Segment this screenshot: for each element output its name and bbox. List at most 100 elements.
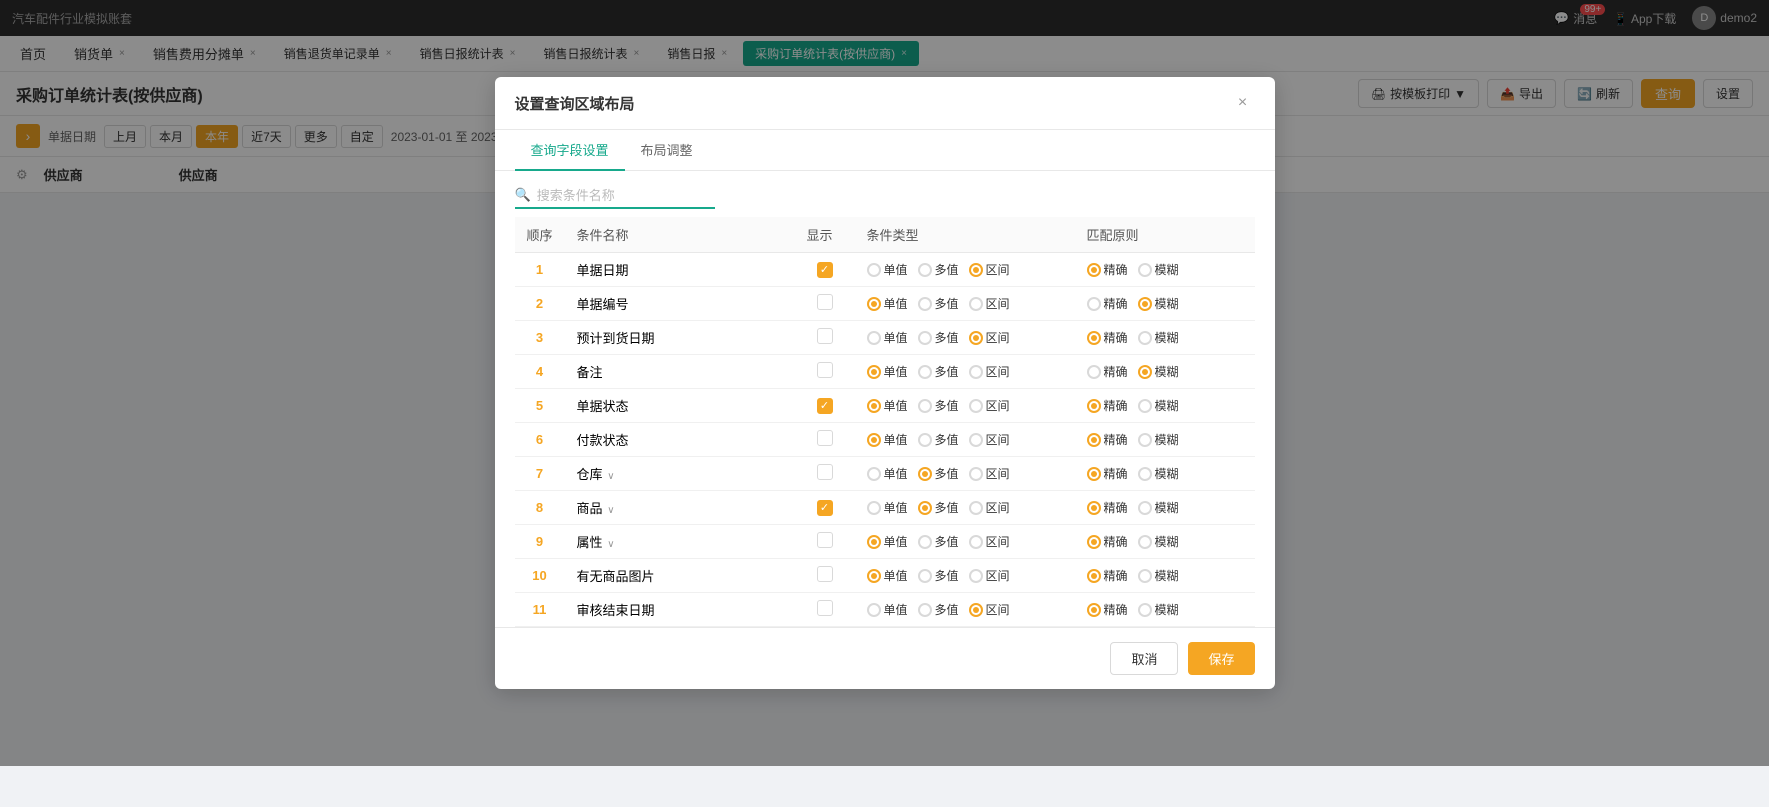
row-type: 单值多值区间 [855, 491, 1075, 525]
search-input[interactable] [537, 188, 697, 203]
display-checkbox[interactable] [817, 328, 833, 344]
radio-match-精确[interactable]: 精确 [1087, 261, 1128, 278]
display-checkbox[interactable] [817, 566, 833, 582]
tab-layout-adjust[interactable]: 布局调整 [625, 157, 709, 171]
radio-type-单值[interactable]: 单值 [867, 397, 908, 414]
radio-type-多值[interactable]: 多值 [918, 601, 959, 618]
radio-match-精确[interactable]: 精确 [1087, 295, 1128, 312]
radio-match-精确[interactable]: 精确 [1087, 465, 1128, 482]
row-display [795, 559, 855, 593]
display-checkbox[interactable] [817, 600, 833, 616]
radio-type-多值[interactable]: 多值 [918, 329, 959, 346]
radio-match-模糊[interactable]: 模糊 [1138, 567, 1179, 584]
dropdown-icon: ∨ [605, 539, 615, 550]
radio-match-模糊[interactable]: 模糊 [1138, 397, 1179, 414]
radio-match-模糊[interactable]: 模糊 [1138, 499, 1179, 516]
row-name: 审核结束日期 [565, 593, 795, 627]
radio-type-多值[interactable]: 多值 [918, 431, 959, 448]
search-wrap: 🔍 [515, 183, 715, 209]
radio-match-模糊[interactable]: 模糊 [1138, 465, 1179, 482]
tab-query-fields[interactable]: 查询字段设置 [515, 157, 625, 171]
display-checkbox[interactable] [817, 398, 833, 414]
radio-type-区间[interactable]: 区间 [969, 329, 1010, 346]
radio-type-单值[interactable]: 单值 [867, 499, 908, 516]
radio-type-区间[interactable]: 区间 [969, 601, 1010, 618]
row-type: 单值多值区间 [855, 593, 1075, 627]
row-name: 预计到货日期 [565, 321, 795, 355]
save-button[interactable]: 保存 [1188, 642, 1254, 675]
row-order: 1 [515, 253, 565, 287]
radio-match-模糊[interactable]: 模糊 [1138, 295, 1179, 312]
radio-type-区间[interactable]: 区间 [969, 567, 1010, 584]
row-match: 精确模糊 [1075, 355, 1255, 389]
radio-type-多值[interactable]: 多值 [918, 567, 959, 584]
radio-match-模糊[interactable]: 模糊 [1138, 261, 1179, 278]
radio-match-精确[interactable]: 精确 [1087, 499, 1128, 516]
radio-type-单值[interactable]: 单值 [867, 363, 908, 380]
radio-match-模糊[interactable]: 模糊 [1138, 431, 1179, 448]
radio-type-区间[interactable]: 区间 [969, 499, 1010, 516]
radio-type-单值[interactable]: 单值 [867, 329, 908, 346]
display-checkbox[interactable] [817, 294, 833, 310]
radio-type-单值[interactable]: 单值 [867, 465, 908, 482]
dropdown-icon: ∨ [605, 505, 615, 516]
search-icon: 🔍 [515, 187, 531, 203]
radio-type-单值[interactable]: 单值 [867, 533, 908, 550]
radio-match-精确[interactable]: 精确 [1087, 533, 1128, 550]
radio-type-多值[interactable]: 多值 [918, 397, 959, 414]
row-order: 4 [515, 355, 565, 389]
row-display [795, 355, 855, 389]
radio-match-精确[interactable]: 精确 [1087, 363, 1128, 380]
display-checkbox[interactable] [817, 430, 833, 446]
row-display [795, 491, 855, 525]
radio-type-多值[interactable]: 多值 [918, 363, 959, 380]
radio-match-精确[interactable]: 精确 [1087, 431, 1128, 448]
row-name: 有无商品图片 [565, 559, 795, 593]
radio-match-模糊[interactable]: 模糊 [1138, 329, 1179, 346]
row-match: 精确模糊 [1075, 321, 1255, 355]
modal-search-area: 🔍 [495, 171, 1275, 217]
radio-match-精确[interactable]: 精确 [1087, 397, 1128, 414]
radio-match-模糊[interactable]: 模糊 [1138, 533, 1179, 550]
row-type: 单值多值区间 [855, 423, 1075, 457]
row-display [795, 321, 855, 355]
radio-type-区间[interactable]: 区间 [969, 261, 1010, 278]
radio-type-单值[interactable]: 单值 [867, 567, 908, 584]
modal-footer: 取消 保存 [495, 627, 1275, 689]
row-display [795, 287, 855, 321]
radio-type-多值[interactable]: 多值 [918, 295, 959, 312]
radio-type-多值[interactable]: 多值 [918, 261, 959, 278]
row-order: 5 [515, 389, 565, 423]
cancel-button[interactable]: 取消 [1110, 642, 1178, 675]
display-checkbox[interactable] [817, 362, 833, 378]
radio-type-单值[interactable]: 单值 [867, 601, 908, 618]
radio-type-多值[interactable]: 多值 [918, 499, 959, 516]
radio-type-区间[interactable]: 区间 [969, 533, 1010, 550]
tab-layout-adjust-label: 布局调整 [641, 157, 693, 158]
radio-type-区间[interactable]: 区间 [969, 465, 1010, 482]
radio-type-单值[interactable]: 单值 [867, 431, 908, 448]
row-name: 单据状态 [565, 389, 795, 423]
radio-type-区间[interactable]: 区间 [969, 295, 1010, 312]
radio-type-多值[interactable]: 多值 [918, 533, 959, 550]
radio-type-区间[interactable]: 区间 [969, 397, 1010, 414]
row-name: 单据日期 [565, 253, 795, 287]
display-checkbox[interactable] [817, 500, 833, 516]
radio-match-精确[interactable]: 精确 [1087, 601, 1128, 618]
radio-type-区间[interactable]: 区间 [969, 431, 1010, 448]
radio-type-单值[interactable]: 单值 [867, 261, 908, 278]
row-name: 仓库 ∨ [565, 457, 795, 491]
radio-type-单值[interactable]: 单值 [867, 295, 908, 312]
radio-match-模糊[interactable]: 模糊 [1138, 601, 1179, 618]
display-checkbox[interactable] [817, 262, 833, 278]
row-display [795, 389, 855, 423]
radio-type-多值[interactable]: 多值 [918, 465, 959, 482]
row-order: 10 [515, 559, 565, 593]
radio-match-模糊[interactable]: 模糊 [1138, 363, 1179, 380]
radio-type-区间[interactable]: 区间 [969, 363, 1010, 380]
radio-match-精确[interactable]: 精确 [1087, 567, 1128, 584]
th-order: 顺序 [515, 217, 565, 253]
display-checkbox[interactable] [817, 532, 833, 548]
radio-match-精确[interactable]: 精确 [1087, 329, 1128, 346]
display-checkbox[interactable] [817, 464, 833, 480]
